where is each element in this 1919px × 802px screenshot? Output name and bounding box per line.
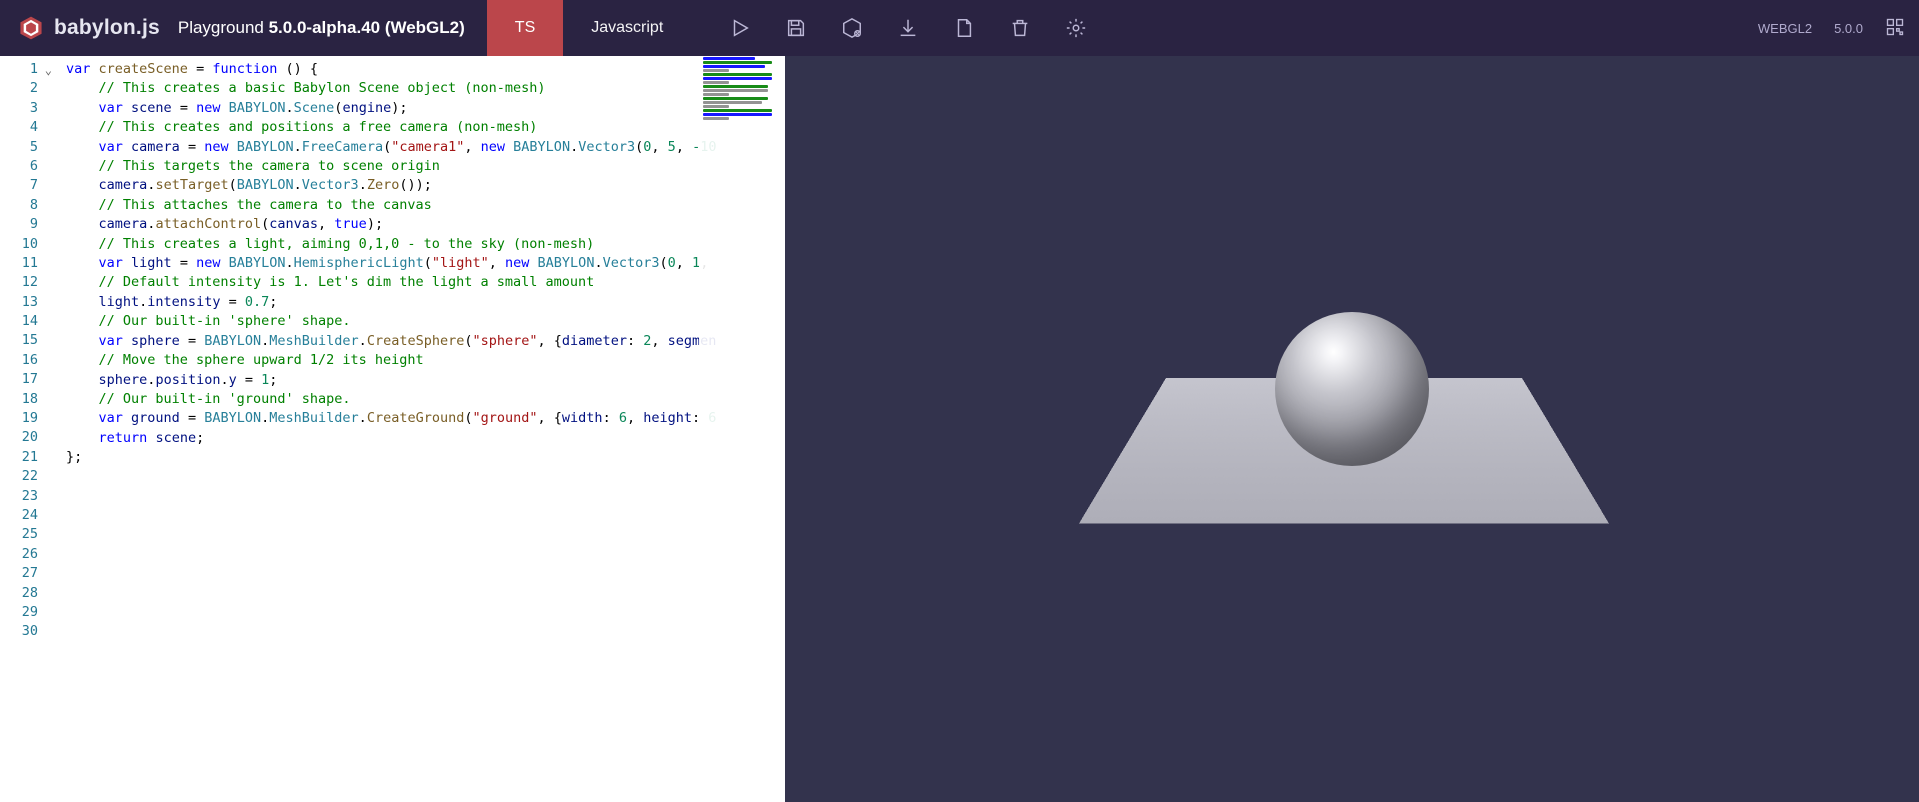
title-prefix: Playground (178, 18, 269, 37)
toolbar (691, 17, 1087, 39)
title-version: 5.0.0-alpha.40 (WebGL2) (269, 18, 465, 37)
babylon-logo-icon (18, 15, 44, 41)
scene-sphere (1275, 312, 1429, 466)
gear-icon[interactable] (1065, 17, 1087, 39)
download-icon[interactable] (897, 17, 919, 39)
main-area: 1⌄23456789101112131415161718192021222324… (0, 56, 1919, 802)
renderer-badge[interactable]: WEBGL2 (1758, 21, 1812, 36)
run-icon[interactable] (729, 17, 751, 39)
inspector-icon[interactable] (841, 17, 863, 39)
tab-js-label: Javascript (591, 19, 663, 37)
save-icon[interactable] (785, 17, 807, 39)
render-canvas[interactable] (785, 56, 1919, 802)
version-badge[interactable]: 5.0.0 (1834, 21, 1863, 36)
brand-text: babylon.js (54, 16, 160, 40)
code-content[interactable]: var createScene = function () { // This … (44, 56, 785, 802)
code-editor[interactable]: 1⌄23456789101112131415161718192021222324… (0, 56, 785, 802)
qr-icon[interactable] (1885, 17, 1905, 40)
header-bar: babylon.js Playground 5.0.0-alpha.40 (We… (0, 0, 1919, 56)
header-right: WEBGL2 5.0.0 (1758, 17, 1919, 40)
playground-title: Playground 5.0.0-alpha.40 (WebGL2) (174, 18, 487, 38)
tab-javascript[interactable]: Javascript (563, 0, 691, 56)
tab-ts-label: TS (515, 19, 535, 37)
new-file-icon[interactable] (953, 17, 975, 39)
brand[interactable]: babylon.js (0, 15, 174, 41)
minimap[interactable] (699, 56, 785, 802)
tab-typescript[interactable]: TS (487, 0, 563, 56)
trash-icon[interactable] (1009, 17, 1031, 39)
line-gutter: 1⌄23456789101112131415161718192021222324… (0, 56, 44, 802)
